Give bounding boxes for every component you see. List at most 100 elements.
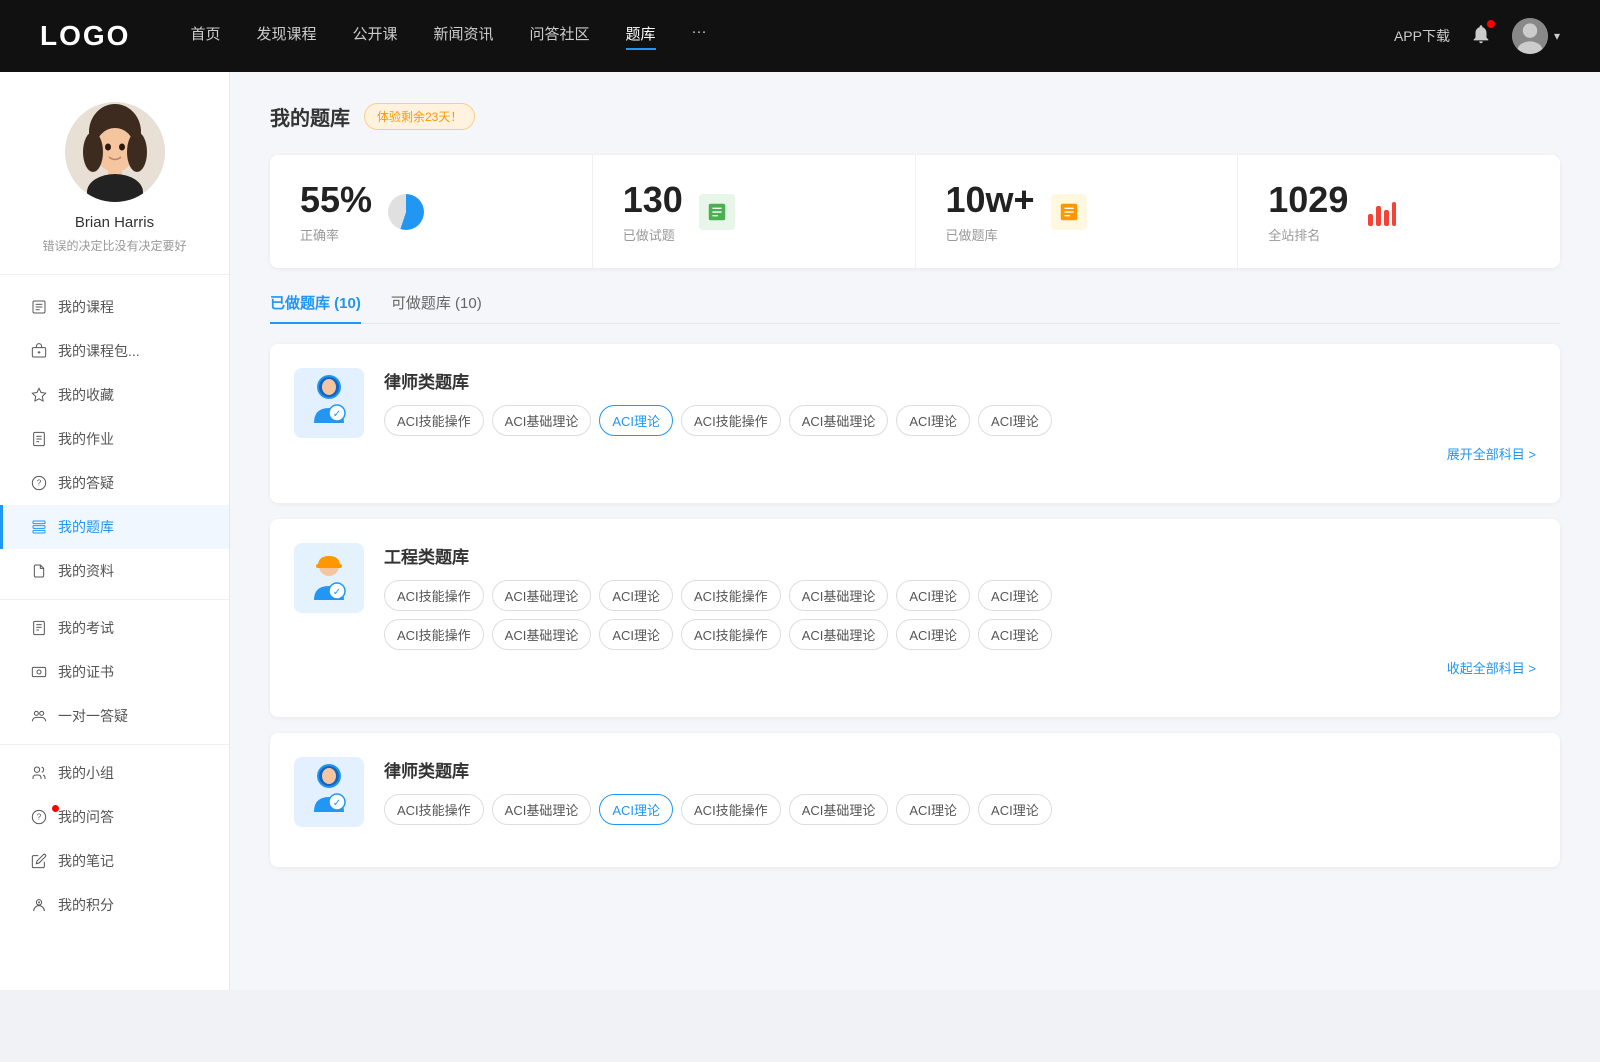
pie-chart-icon <box>386 192 426 232</box>
sidebar-item-certificate[interactable]: 我的证书 <box>0 650 229 694</box>
svg-text:?: ? <box>37 479 42 488</box>
nav-more[interactable]: ··· <box>692 23 707 50</box>
tag-1b-1[interactable]: ACI基础理论 <box>492 619 592 650</box>
sidebar-item-label: 一对一答疑 <box>58 706 128 726</box>
sidebar-item-label: 我的题库 <box>58 517 114 537</box>
sidebar-item-favorites[interactable]: 我的收藏 <box>0 373 229 417</box>
tag-2-1[interactable]: ACI基础理论 <box>492 794 592 825</box>
group-icon <box>30 764 48 782</box>
sidebar-item-label: 我的小组 <box>58 763 114 783</box>
nav-news[interactable]: 新闻资讯 <box>434 23 494 50</box>
qbank-title-2: 律师类题库 <box>384 757 1536 782</box>
tag-0-0[interactable]: ACI技能操作 <box>384 405 484 436</box>
avatar <box>1512 18 1548 54</box>
sidebar-item-question[interactable]: ? 我的问答 <box>0 795 229 839</box>
tag-2-4[interactable]: ACI基础理论 <box>789 794 889 825</box>
separator2 <box>0 744 229 745</box>
tag-2-3[interactable]: ACI技能操作 <box>681 794 781 825</box>
tag-1-3[interactable]: ACI技能操作 <box>681 580 781 611</box>
bar-chart-visual <box>1364 194 1400 230</box>
logo: LOGO <box>40 20 130 52</box>
one-on-one-icon <box>30 707 48 725</box>
nav-discover[interactable]: 发现课程 <box>256 23 316 50</box>
tag-1-2[interactable]: ACI理论 <box>599 580 673 611</box>
tab-available-banks[interactable]: 可做题库 (10) <box>391 292 482 323</box>
sidebar-item-course-package[interactable]: 我的课程包... <box>0 329 229 373</box>
tag-0-2[interactable]: ACI理论 <box>599 405 673 436</box>
tag-1-5[interactable]: ACI理论 <box>896 580 970 611</box>
sidebar-item-notes[interactable]: 我的笔记 <box>0 839 229 883</box>
tag-0-6[interactable]: ACI理论 <box>978 405 1052 436</box>
app-download-button[interactable]: APP下载 <box>1394 26 1450 46</box>
sidebar-item-course[interactable]: 我的课程 <box>0 285 229 329</box>
page-wrap: Brian Harris 错误的决定比没有决定要好 我的课程 我的课程包... <box>0 72 1600 990</box>
chevron-down-icon: ▾ <box>1554 29 1560 43</box>
stat-accuracy-content: 55% 正确率 <box>300 179 372 244</box>
tag-2-0[interactable]: ACI技能操作 <box>384 794 484 825</box>
tag-0-4[interactable]: ACI基础理论 <box>789 405 889 436</box>
nav-opencourse[interactable]: 公开课 <box>352 23 397 50</box>
tag-1b-2[interactable]: ACI理论 <box>599 619 673 650</box>
sidebar-item-qbank[interactable]: 我的题库 <box>0 505 229 549</box>
collapse-link-1[interactable]: 收起全部科目 > <box>384 650 1536 677</box>
tag-1b-3[interactable]: ACI技能操作 <box>681 619 781 650</box>
stat-accuracy: 55% 正确率 <box>270 155 593 268</box>
qbank-card-content-2: 律师类题库 ACI技能操作 ACI基础理论 ACI理论 ACI技能操作 ACI基… <box>384 757 1536 825</box>
sidebar-item-label: 我的答疑 <box>58 473 114 493</box>
tag-2-6[interactable]: ACI理论 <box>978 794 1052 825</box>
nav-home[interactable]: 首页 <box>190 23 220 50</box>
tag-2-2[interactable]: ACI理论 <box>599 794 673 825</box>
bar3 <box>1384 210 1389 226</box>
sidebar-item-label: 我的资料 <box>58 561 114 581</box>
sidebar-item-label: 我的课程包... <box>58 341 140 361</box>
expand-link-0[interactable]: 展开全部科目 > <box>384 436 1536 463</box>
tag-1b-6[interactable]: ACI理论 <box>978 619 1052 650</box>
tag-1-4[interactable]: ACI基础理论 <box>789 580 889 611</box>
tag-1b-0[interactable]: ACI技能操作 <box>384 619 484 650</box>
tag-1b-5[interactable]: ACI理论 <box>896 619 970 650</box>
tag-0-5[interactable]: ACI理论 <box>896 405 970 436</box>
user-avatar-menu[interactable]: ▾ <box>1512 18 1560 54</box>
sidebar-item-homework[interactable]: 我的作业 <box>0 417 229 461</box>
nav-qbank[interactable]: 题库 <box>626 23 656 50</box>
sidebar-item-exam[interactable]: 我的考试 <box>0 606 229 650</box>
tag-1b-4[interactable]: ACI基础理论 <box>789 619 889 650</box>
doc-green-visual <box>699 194 735 230</box>
sidebar-item-label: 我的作业 <box>58 429 114 449</box>
sidebar-item-label: 我的问答 <box>58 807 114 827</box>
sidebar-item-material[interactable]: 我的资料 <box>0 549 229 593</box>
stats-row: 55% 正确率 130 已做试题 <box>270 155 1560 268</box>
stat-done-banks: 10w+ 已做题库 <box>916 155 1239 268</box>
stat-done-content: 130 已做试题 <box>623 179 683 244</box>
stat-banks-label: 已做题库 <box>946 225 1035 244</box>
sidebar-item-points[interactable]: 我的积分 <box>0 883 229 927</box>
nav-qa[interactable]: 问答社区 <box>530 23 590 50</box>
tag-0-1[interactable]: ACI基础理论 <box>492 405 592 436</box>
qbank-icon <box>30 518 48 536</box>
course-icon <box>30 298 48 316</box>
lawyer-icon-2: ✓ <box>294 757 364 827</box>
tab-done-banks[interactable]: 已做题库 (10) <box>270 292 361 323</box>
tag-2-5[interactable]: ACI理论 <box>896 794 970 825</box>
tag-1-1[interactable]: ACI基础理论 <box>492 580 592 611</box>
tabs-row: 已做题库 (10) 可做题库 (10) <box>270 292 1560 324</box>
stat-done-number: 130 <box>623 179 683 221</box>
notification-bell[interactable] <box>1470 23 1492 50</box>
profile-section: Brian Harris 错误的决定比没有决定要好 <box>0 102 229 275</box>
svg-text:✓: ✓ <box>333 587 341 598</box>
sidebar-item-group[interactable]: 我的小组 <box>0 751 229 795</box>
sidebar-item-label: 我的收藏 <box>58 385 114 405</box>
sidebar-item-qa[interactable]: ? 我的答疑 <box>0 461 229 505</box>
sidebar-item-label: 我的积分 <box>58 895 114 915</box>
sidebar-item-one-on-one[interactable]: 一对一答疑 <box>0 694 229 738</box>
tag-0-3[interactable]: ACI技能操作 <box>681 405 781 436</box>
stat-ranking-label: 全站排名 <box>1268 225 1348 244</box>
qa-icon: ? <box>30 474 48 492</box>
tag-1-6[interactable]: ACI理论 <box>978 580 1052 611</box>
material-icon <box>30 562 48 580</box>
question-badge <box>52 805 59 812</box>
tags-row-1a: ACI技能操作 ACI基础理论 ACI理论 ACI技能操作 ACI基础理论 AC… <box>384 580 1536 611</box>
doc-green-icon <box>697 192 737 232</box>
tag-1-0[interactable]: ACI技能操作 <box>384 580 484 611</box>
qbank-card-1: ✓ 工程类题库 ACI技能操作 ACI基础理论 ACI理论 ACI技能操作 AC… <box>270 519 1560 717</box>
